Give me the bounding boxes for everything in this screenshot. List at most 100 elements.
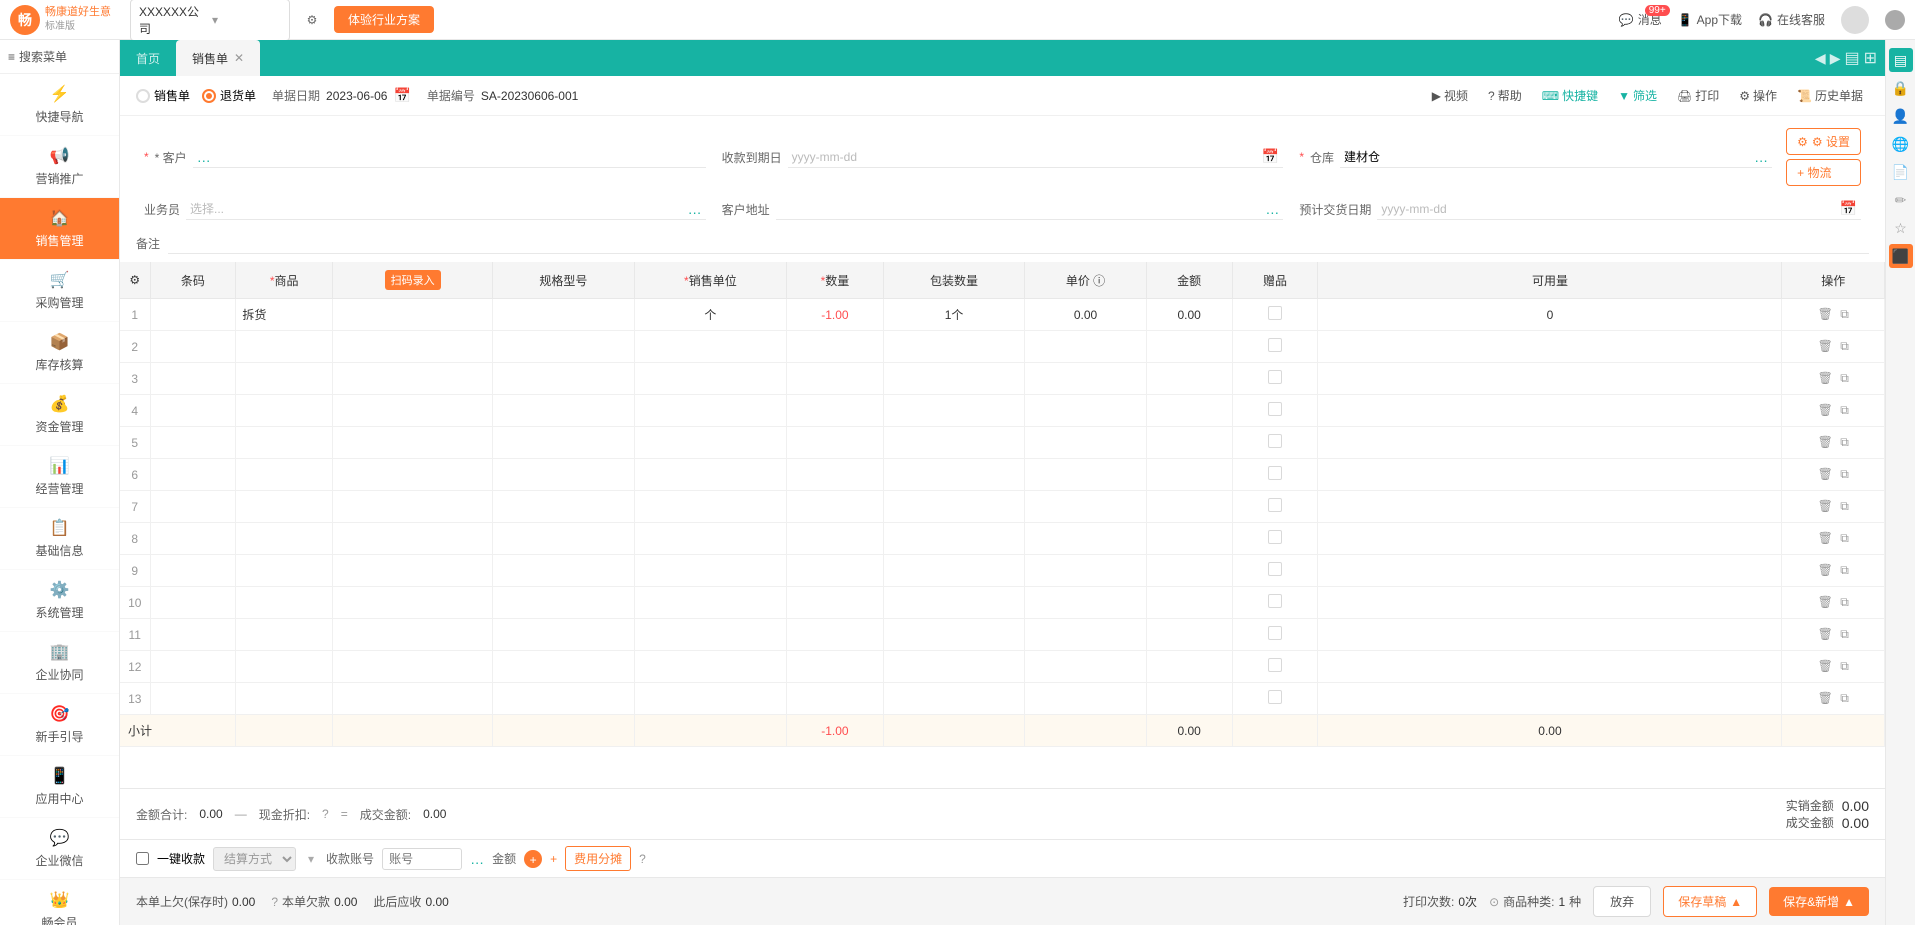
cell-product[interactable] <box>236 491 333 523</box>
sidebar-item-system[interactable]: ⚙️ 系统管理 <box>0 570 119 632</box>
sidebar-item-inventory[interactable]: 📦 库存核算 <box>0 322 119 384</box>
cell-qty[interactable] <box>787 683 884 715</box>
gift-checkbox[interactable] <box>1268 594 1282 608</box>
copy-icon[interactable]: ⧉ <box>1840 371 1849 385</box>
col-scan-btn[interactable]: 扫码录入 <box>333 262 493 299</box>
cell-gift[interactable] <box>1232 331 1318 363</box>
radio-return-order[interactable]: 退货单 <box>202 87 256 104</box>
cell-price[interactable] <box>1025 587 1146 619</box>
copy-icon[interactable]: ⧉ <box>1840 659 1849 673</box>
cell-pack-qty[interactable] <box>883 363 1025 395</box>
copy-icon[interactable]: ⧉ <box>1840 627 1849 641</box>
cell-qty[interactable] <box>787 651 884 683</box>
radio-sales-order[interactable]: 销售单 <box>136 87 190 104</box>
cell-price[interactable] <box>1025 683 1146 715</box>
address-input[interactable]: … <box>776 199 1284 220</box>
cell-unit[interactable] <box>634 555 786 587</box>
cell-product[interactable] <box>236 427 333 459</box>
delete-icon[interactable]: 🗑 <box>1818 371 1833 385</box>
cell-gift[interactable] <box>1232 619 1318 651</box>
sidebar-item-enterprise[interactable]: 🏢 企业协同 <box>0 632 119 694</box>
cell-spec[interactable] <box>493 299 635 331</box>
cell-pack-qty[interactable] <box>883 619 1025 651</box>
cell-barcode[interactable] <box>150 587 236 619</box>
copy-icon[interactable]: ⧉ <box>1840 595 1849 609</box>
cell-amount[interactable] <box>1146 395 1232 427</box>
gift-checkbox[interactable] <box>1268 338 1282 352</box>
cell-qty[interactable] <box>787 555 884 587</box>
prev-record-icon[interactable]: ◀ <box>1815 50 1826 67</box>
settings-icon[interactable]: ⚙ <box>298 6 326 34</box>
cell-product[interactable] <box>236 587 333 619</box>
sidebar-item-guide[interactable]: 🎯 新手引导 <box>0 694 119 756</box>
cell-barcode[interactable] <box>150 395 236 427</box>
gift-checkbox[interactable] <box>1268 562 1282 576</box>
delete-icon[interactable]: 🗑 <box>1818 595 1833 609</box>
cell-price[interactable] <box>1025 363 1146 395</box>
tab-home[interactable]: 首页 <box>120 40 176 76</box>
gift-checkbox[interactable] <box>1268 626 1282 640</box>
cell-amount[interactable] <box>1146 491 1232 523</box>
cell-unit[interactable] <box>634 651 786 683</box>
cell-unit[interactable] <box>634 587 786 619</box>
cell-barcode[interactable] <box>150 683 236 715</box>
copy-icon[interactable]: ⧉ <box>1840 435 1849 449</box>
cell-product[interactable] <box>236 523 333 555</box>
cell-spec[interactable] <box>493 555 635 587</box>
due-date-calendar-icon[interactable]: 📅 <box>1262 148 1279 165</box>
cell-unit[interactable]: 个 <box>634 299 786 331</box>
cell-price[interactable] <box>1025 459 1146 491</box>
delete-icon[interactable]: 🗑 <box>1818 659 1833 673</box>
gift-checkbox[interactable] <box>1268 370 1282 384</box>
app-download-btn[interactable]: 📱 App下载 <box>1678 11 1742 28</box>
cell-pack-qty[interactable] <box>883 427 1025 459</box>
cell-unit[interactable] <box>634 363 786 395</box>
delete-icon[interactable]: 🗑 <box>1818 563 1833 577</box>
cell-spec[interactable] <box>493 395 635 427</box>
cell-barcode[interactable] <box>150 427 236 459</box>
gift-checkbox[interactable] <box>1268 402 1282 416</box>
cell-pack-qty[interactable] <box>883 395 1025 427</box>
delete-icon[interactable]: 🗑 <box>1818 531 1833 545</box>
sidebar-item-app-center[interactable]: 📱 应用中心 <box>0 756 119 818</box>
sidebar-item-quick-nav[interactable]: ⚡ 快捷导航 <box>0 74 119 136</box>
delete-icon[interactable]: 🗑 <box>1818 403 1833 417</box>
cell-amount[interactable] <box>1146 587 1232 619</box>
customer-input[interactable]: … <box>193 147 706 168</box>
cell-spec[interactable] <box>493 427 635 459</box>
filter-btn[interactable]: ▼ 筛选 <box>1612 84 1663 107</box>
cell-amount[interactable] <box>1146 523 1232 555</box>
cell-product[interactable] <box>236 459 333 491</box>
cell-gift[interactable] <box>1232 683 1318 715</box>
cell-price[interactable] <box>1025 427 1146 459</box>
print-btn[interactable]: 🖨 打印 <box>1671 84 1725 107</box>
right-panel-doc-icon[interactable]: 📄 <box>1889 160 1913 184</box>
delete-icon[interactable]: 🗑 <box>1818 691 1833 705</box>
delete-icon[interactable]: 🗑 <box>1818 627 1833 641</box>
cell-barcode[interactable] <box>150 299 236 331</box>
cell-amount[interactable] <box>1146 331 1232 363</box>
cell-qty[interactable] <box>787 427 884 459</box>
cell-qty[interactable] <box>787 331 884 363</box>
cell-price[interactable] <box>1025 651 1146 683</box>
copy-icon[interactable]: ⧉ <box>1840 499 1849 513</box>
cell-barcode[interactable] <box>150 651 236 683</box>
cell-unit[interactable] <box>634 683 786 715</box>
cell-amount[interactable]: 0.00 <box>1146 299 1232 331</box>
cell-unit[interactable] <box>634 459 786 491</box>
right-panel-edit-icon[interactable]: ✏ <box>1889 188 1913 212</box>
cell-spec[interactable] <box>493 651 635 683</box>
right-panel-orange-icon[interactable]: ⬛ <box>1889 244 1913 268</box>
cell-price[interactable] <box>1025 331 1146 363</box>
cell-amount[interactable] <box>1146 683 1232 715</box>
cell-product[interactable] <box>236 331 333 363</box>
scan-btn[interactable]: 扫码录入 <box>385 270 441 290</box>
cell-qty[interactable] <box>787 491 884 523</box>
sidebar-item-finance[interactable]: 💰 资金管理 <box>0 384 119 446</box>
cell-qty[interactable] <box>787 523 884 555</box>
cell-spec[interactable] <box>493 587 635 619</box>
cell-amount[interactable] <box>1146 427 1232 459</box>
sidebar-item-marketing[interactable]: 📢 营销推广 <box>0 136 119 198</box>
gift-checkbox[interactable] <box>1268 466 1282 480</box>
cell-unit[interactable] <box>634 619 786 651</box>
